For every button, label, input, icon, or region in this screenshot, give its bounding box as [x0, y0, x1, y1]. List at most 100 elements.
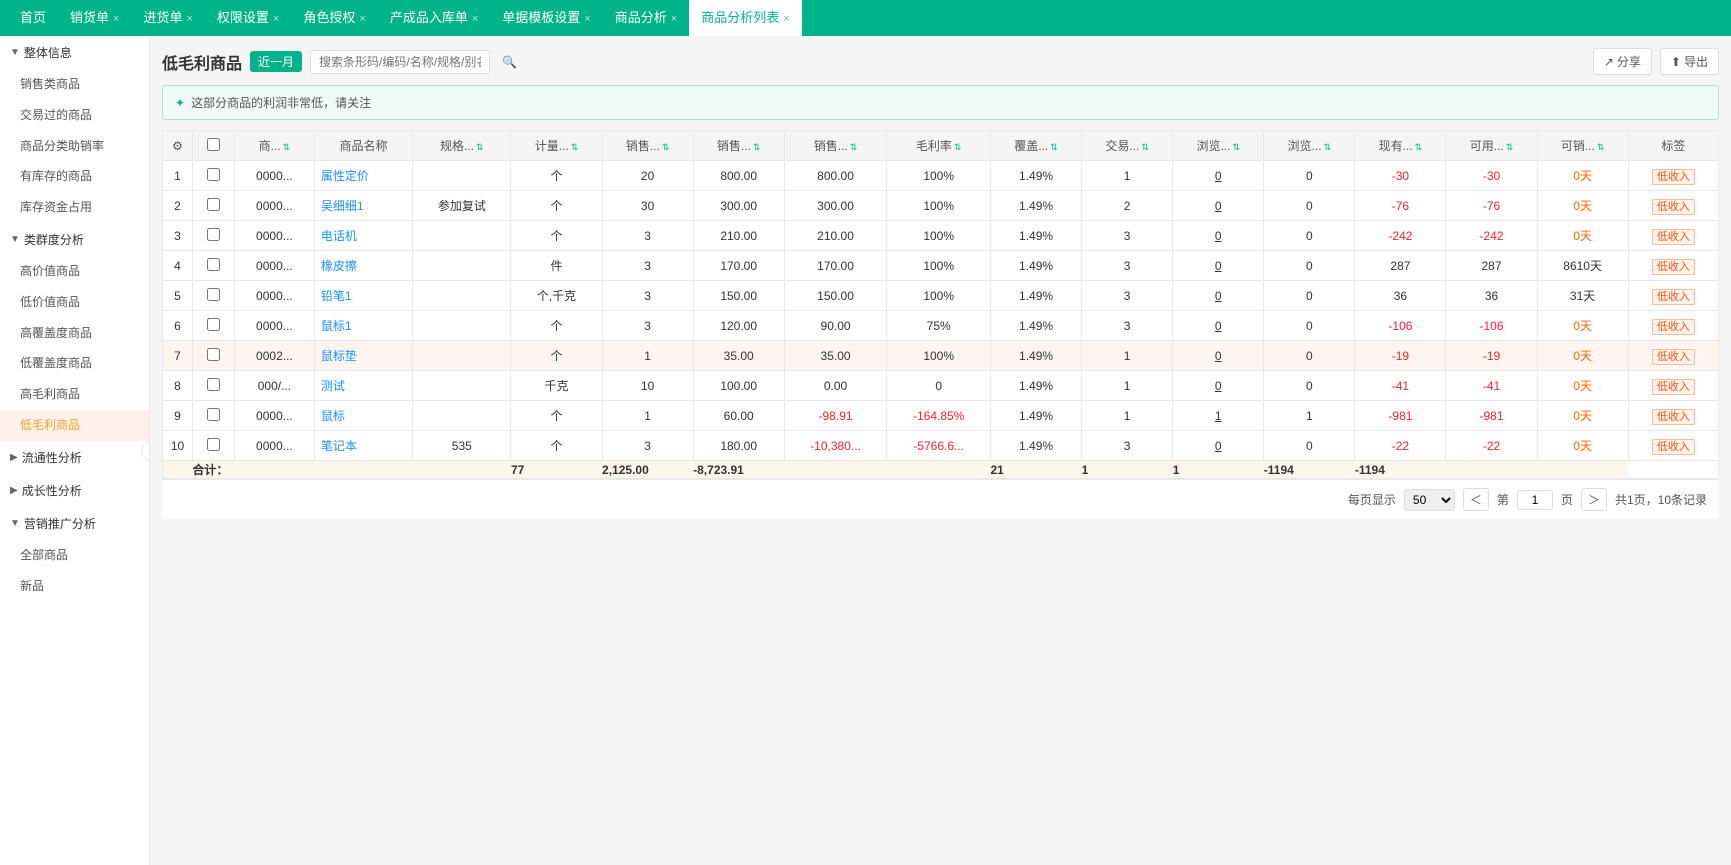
nav-home[interactable]: 首页 [8, 0, 58, 36]
col-gross-rate[interactable]: 毛利率⇅ [887, 131, 991, 161]
time-tag-button[interactable]: 近一月 [250, 51, 302, 72]
row-view1[interactable]: 0 [1173, 221, 1264, 251]
nav-permissions[interactable]: 权限设置× [205, 0, 291, 36]
page-size-select[interactable]: 50 20 100 [1404, 489, 1455, 511]
col-price[interactable]: 销售...⇅ [693, 131, 784, 161]
nav-roles[interactable]: 角色授权× [291, 0, 377, 36]
row-name[interactable]: 电话机 [314, 221, 412, 251]
arrow-growth-icon: ▶ [10, 485, 18, 496]
col-spec[interactable]: 规格...⇅ [413, 131, 511, 161]
row-name[interactable]: 吴细细1 [314, 191, 412, 221]
close-roles-icon[interactable]: × [359, 13, 365, 25]
sidebar-section-cluster[interactable]: ▼ 类群度分析 [0, 223, 149, 256]
page-title: 低毛利商品 [162, 50, 242, 74]
sidebar-item-sales-goods[interactable]: 销售类商品 [0, 69, 149, 100]
sidebar-item-low-margin[interactable]: 低毛利商品 [0, 410, 149, 441]
row-name[interactable]: 测试 [314, 371, 412, 401]
row-name[interactable]: 鼠标垫 [314, 341, 412, 371]
row-checkbox[interactable] [193, 161, 235, 191]
row-checkbox[interactable] [193, 221, 235, 251]
col-view2[interactable]: 浏览...⇅ [1264, 131, 1355, 161]
search-input[interactable] [310, 50, 490, 74]
col-view1[interactable]: 浏览...⇅ [1173, 131, 1264, 161]
row-spec [413, 281, 511, 311]
sidebar-section-flow[interactable]: ▶ 流通性分析 [0, 441, 149, 474]
prev-page-button[interactable]: ＜ [1463, 488, 1489, 511]
row-view1[interactable]: 0 [1173, 281, 1264, 311]
close-permissions-icon[interactable]: × [273, 13, 279, 25]
row-avail: -76 [1446, 191, 1537, 221]
sidebar-item-high-coverage[interactable]: 高覆盖度商品 [0, 318, 149, 349]
select-all-checkbox[interactable] [207, 138, 220, 151]
row-view1[interactable]: 0 [1173, 251, 1264, 281]
row-name[interactable]: 鼠标 [314, 401, 412, 431]
close-purchase-icon[interactable]: × [186, 13, 192, 25]
row-name[interactable]: 属性定价 [314, 161, 412, 191]
search-icon[interactable]: 🔍 [502, 55, 517, 69]
sidebar-item-stock-goods[interactable]: 有库存的商品 [0, 161, 149, 192]
col-cover-rate[interactable]: 覆盖...⇅ [991, 131, 1082, 161]
row-view1[interactable]: 1 [1173, 401, 1264, 431]
sidebar-section-growth[interactable]: ▶ 成长性分析 [0, 474, 149, 507]
col-unit[interactable]: 计量...⇅ [511, 131, 602, 161]
row-checkbox[interactable] [193, 311, 235, 341]
row-checkbox[interactable] [193, 251, 235, 281]
row-name[interactable]: 橡皮擦 [314, 251, 412, 281]
row-view1[interactable]: 0 [1173, 191, 1264, 221]
row-name[interactable]: 鼠标1 [314, 311, 412, 341]
nav-purchase[interactable]: 进货单× [131, 0, 204, 36]
sidebar-item-low-coverage[interactable]: 低覆盖度商品 [0, 348, 149, 379]
col-qty[interactable]: 销售...⇅ [602, 131, 693, 161]
nav-analysis[interactable]: 商品分析× [603, 0, 689, 36]
sidebar-item-category-rate[interactable]: 商品分类助销率 [0, 131, 149, 162]
row-view1[interactable]: 0 [1173, 161, 1264, 191]
row-name[interactable]: 铅笔1 [314, 281, 412, 311]
row-view1[interactable]: 0 [1173, 431, 1264, 461]
sidebar-item-high-value[interactable]: 高价值商品 [0, 256, 149, 287]
close-analysis-icon[interactable]: × [671, 13, 677, 25]
sidebar-section-marketing[interactable]: ▼ 营销推广分析 [0, 507, 149, 540]
row-view1[interactable]: 0 [1173, 371, 1264, 401]
notice-text: 这部分商品的利润非常低，请关注 [191, 94, 371, 111]
row-checkbox[interactable] [193, 371, 235, 401]
col-avail[interactable]: 可用...⇅ [1446, 131, 1537, 161]
row-view1[interactable]: 0 [1173, 341, 1264, 371]
col-saleable[interactable]: 可销...⇅ [1537, 131, 1628, 161]
sidebar-item-new-goods[interactable]: 新品 [0, 571, 149, 602]
row-checkbox[interactable] [193, 191, 235, 221]
col-trade[interactable]: 交易...⇅ [1082, 131, 1173, 161]
nav-template[interactable]: 单据模板设置× [490, 0, 602, 36]
export-button[interactable]: ⬆ 导出 [1660, 48, 1719, 75]
sidebar-item-traded-goods[interactable]: 交易过的商品 [0, 100, 149, 131]
row-tag: 低收入 [1628, 281, 1718, 311]
nav-sales[interactable]: 销货单× [58, 0, 131, 36]
sidebar-item-high-margin[interactable]: 高毛利商品 [0, 379, 149, 410]
col-stock[interactable]: 现有...⇅ [1355, 131, 1446, 161]
sidebar-item-all-goods[interactable]: 全部商品 [0, 540, 149, 571]
close-sales-icon[interactable]: × [113, 13, 119, 25]
sidebar-item-stock-capital[interactable]: 库存资金占用 [0, 192, 149, 223]
row-checkbox[interactable] [193, 431, 235, 461]
row-unit: 千克 [511, 371, 602, 401]
row-checkbox[interactable] [193, 401, 235, 431]
close-analysis-list-icon[interactable]: × [783, 13, 789, 25]
col-code[interactable]: 商...⇅ [234, 131, 314, 161]
sidebar-section-overall[interactable]: ▼ 整体信息 [0, 36, 149, 69]
col-checkbox[interactable] [193, 131, 235, 161]
share-button[interactable]: ↗ 分享 [1593, 48, 1652, 75]
nav-products[interactable]: 产成品入库单× [378, 0, 490, 36]
col-settings[interactable]: ⚙ [163, 131, 193, 161]
row-checkbox[interactable] [193, 281, 235, 311]
page-input[interactable] [1517, 490, 1553, 510]
sidebar-item-low-value[interactable]: 低价值商品 [0, 287, 149, 318]
nav-analysis-list[interactable]: 商品分析列表× [689, 0, 801, 36]
next-page-button[interactable]: ＞ [1581, 488, 1607, 511]
row-unit: 个 [511, 191, 602, 221]
row-name[interactable]: 笔记本 [314, 431, 412, 461]
close-products-icon[interactable]: × [472, 13, 478, 25]
row-checkbox[interactable] [193, 341, 235, 371]
row-view2: 0 [1264, 311, 1355, 341]
close-template-icon[interactable]: × [584, 13, 590, 25]
row-view1[interactable]: 0 [1173, 311, 1264, 341]
col-sales[interactable]: 销售...⇅ [784, 131, 887, 161]
